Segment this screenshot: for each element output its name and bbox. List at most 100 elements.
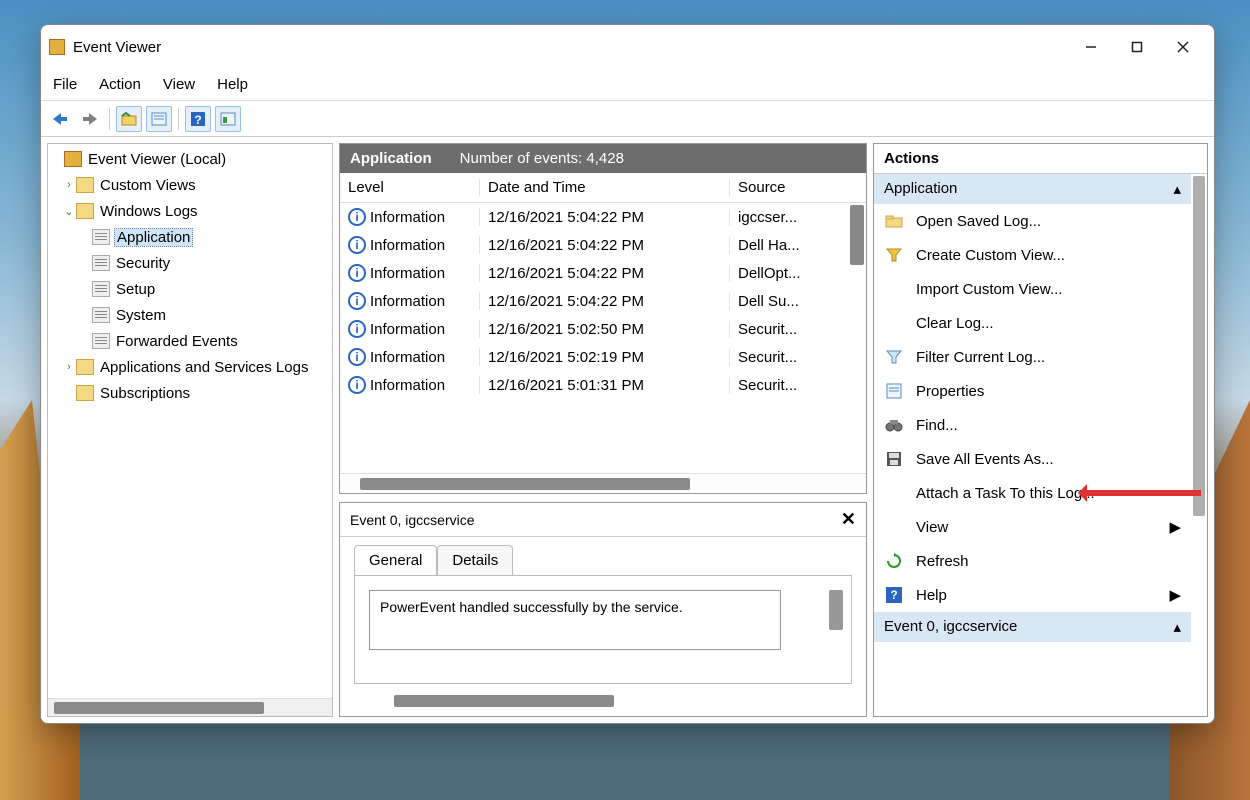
folder-icon bbox=[76, 203, 94, 219]
tree-custom-views[interactable]: › Custom Views bbox=[48, 172, 332, 198]
app-icon bbox=[49, 39, 65, 55]
list-vscrollbar[interactable] bbox=[850, 205, 864, 265]
menubar: File Action View Help bbox=[41, 69, 1214, 101]
tree-root[interactable]: Event Viewer (Local) bbox=[48, 146, 332, 172]
event-detail-panel: Event 0, igccservice ✕ General Details P… bbox=[339, 502, 867, 717]
event-row[interactable]: iInformation12/16/2021 5:04:22 PMDellOpt… bbox=[340, 259, 866, 287]
action-find[interactable]: Find... bbox=[874, 408, 1191, 442]
column-headers: Level Date and Time Source bbox=[340, 173, 866, 203]
action-properties[interactable]: Properties bbox=[874, 374, 1191, 408]
chevron-right-icon: ▶ bbox=[1169, 586, 1181, 604]
folder-icon bbox=[76, 385, 94, 401]
help-button[interactable]: ? bbox=[185, 106, 211, 132]
event-row[interactable]: iInformation12/16/2021 5:04:22 PMDell Su… bbox=[340, 287, 866, 315]
event-row[interactable]: iInformation12/16/2021 5:04:22 PMigccser… bbox=[340, 203, 866, 231]
tree-system[interactable]: System bbox=[48, 302, 332, 328]
detail-title: Event 0, igccservice bbox=[350, 512, 475, 528]
funnel-icon bbox=[884, 347, 904, 367]
action-clear-log[interactable]: Clear Log... bbox=[874, 306, 1191, 340]
tree-subscriptions[interactable]: Subscriptions bbox=[48, 380, 332, 406]
tree-setup[interactable]: Setup bbox=[48, 276, 332, 302]
information-icon: i bbox=[348, 208, 366, 226]
close-button[interactable] bbox=[1160, 32, 1206, 62]
action-open-saved-log[interactable]: Open Saved Log... bbox=[874, 204, 1191, 238]
detail-close-button[interactable]: ✕ bbox=[841, 509, 856, 530]
event-viewer-window: Event Viewer File Action View Help bbox=[40, 24, 1215, 724]
log-icon bbox=[92, 333, 110, 349]
event-row[interactable]: iInformation12/16/2021 5:02:50 PMSecurit… bbox=[340, 315, 866, 343]
tree-windows-logs[interactable]: ⌄ Windows Logs bbox=[48, 198, 332, 224]
event-row[interactable]: iInformation12/16/2021 5:01:31 PMSecurit… bbox=[340, 371, 866, 399]
properties-button[interactable] bbox=[146, 106, 172, 132]
tree-apps-services-logs[interactable]: › Applications and Services Logs bbox=[48, 354, 332, 380]
action-create-custom-view[interactable]: Create Custom View... bbox=[874, 238, 1191, 272]
collapse-icon: ▴ bbox=[1173, 180, 1181, 198]
tab-general[interactable]: General bbox=[354, 545, 437, 575]
toolbar-separator bbox=[109, 108, 110, 130]
log-icon bbox=[92, 229, 110, 245]
menu-file[interactable]: File bbox=[53, 72, 77, 97]
tree-hscrollbar[interactable] bbox=[48, 698, 332, 716]
maximize-button[interactable] bbox=[1114, 32, 1160, 62]
content-area: Event Viewer (Local) › Custom Views ⌄ Wi… bbox=[41, 137, 1214, 723]
menu-help[interactable]: Help bbox=[217, 72, 248, 97]
forward-button[interactable] bbox=[77, 106, 103, 132]
back-button[interactable] bbox=[47, 106, 73, 132]
detail-header: Event 0, igccservice ✕ bbox=[340, 503, 866, 537]
tree-security[interactable]: Security bbox=[48, 250, 332, 276]
chevron-right-icon: ▶ bbox=[1169, 518, 1181, 536]
tree: Event Viewer (Local) › Custom Views ⌄ Wi… bbox=[48, 144, 332, 698]
funnel-star-icon bbox=[884, 245, 904, 265]
information-icon: i bbox=[348, 292, 366, 310]
col-date[interactable]: Date and Time bbox=[480, 179, 730, 196]
list-header: Application Number of events: 4,428 bbox=[340, 144, 866, 173]
actions-section-event[interactable]: Event 0, igccservice ▴ bbox=[874, 612, 1191, 642]
information-icon: i bbox=[348, 348, 366, 366]
actions-section-application[interactable]: Application ▴ bbox=[874, 174, 1191, 204]
tree-panel: Event Viewer (Local) › Custom Views ⌄ Wi… bbox=[47, 143, 333, 717]
col-source[interactable]: Source bbox=[730, 179, 866, 196]
log-icon bbox=[92, 281, 110, 297]
log-icon bbox=[92, 307, 110, 323]
information-icon: i bbox=[348, 264, 366, 282]
detail-hscrollbar[interactable] bbox=[354, 692, 852, 710]
refresh-icon bbox=[884, 551, 904, 571]
events-list-panel: Application Number of events: 4,428 Leve… bbox=[339, 143, 867, 494]
menu-view[interactable]: View bbox=[163, 72, 195, 97]
detail-tabs: General Details bbox=[340, 537, 866, 575]
properties-icon bbox=[884, 381, 904, 401]
col-level[interactable]: Level bbox=[340, 179, 480, 196]
folder-icon bbox=[76, 177, 94, 193]
host-icon bbox=[64, 151, 82, 167]
action-refresh[interactable]: Refresh bbox=[874, 544, 1191, 578]
detail-vscrollbar[interactable] bbox=[829, 590, 843, 630]
show-preview-button[interactable] bbox=[215, 106, 241, 132]
tab-body: PowerEvent handled successfully by the s… bbox=[354, 575, 852, 684]
actions-panel: Actions Application ▴ Open Saved Log... … bbox=[873, 143, 1208, 717]
tree-application[interactable]: Application bbox=[48, 224, 332, 250]
minimize-button[interactable] bbox=[1068, 32, 1114, 62]
actions-vscrollbar[interactable] bbox=[1193, 176, 1205, 516]
toolbar-separator bbox=[178, 108, 179, 130]
open-log-button[interactable] bbox=[116, 106, 142, 132]
help-icon: ? bbox=[884, 585, 904, 605]
action-save-all-events-as[interactable]: Save All Events As... bbox=[874, 442, 1191, 476]
action-view[interactable]: View ▶ bbox=[874, 510, 1191, 544]
action-import-custom-view[interactable]: Import Custom View... bbox=[874, 272, 1191, 306]
annotation-arrow bbox=[1081, 490, 1201, 496]
action-filter-current-log[interactable]: Filter Current Log... bbox=[874, 340, 1191, 374]
list-hscrollbar[interactable] bbox=[340, 473, 866, 493]
binoculars-icon bbox=[884, 415, 904, 435]
actions-title: Actions bbox=[874, 144, 1207, 174]
tab-details[interactable]: Details bbox=[437, 545, 513, 575]
tree-forwarded-events[interactable]: Forwarded Events bbox=[48, 328, 332, 354]
event-row[interactable]: iInformation12/16/2021 5:02:19 PMSecurit… bbox=[340, 343, 866, 371]
event-count: Number of events: 4,428 bbox=[460, 150, 624, 167]
event-rows: iInformation12/16/2021 5:04:22 PMigccser… bbox=[340, 203, 866, 473]
information-icon: i bbox=[348, 320, 366, 338]
toolbar: ? bbox=[41, 101, 1214, 137]
svg-text:?: ? bbox=[890, 588, 897, 602]
event-row[interactable]: iInformation12/16/2021 5:04:22 PMDell Ha… bbox=[340, 231, 866, 259]
action-help[interactable]: ? Help ▶ bbox=[874, 578, 1191, 612]
menu-action[interactable]: Action bbox=[99, 72, 141, 97]
